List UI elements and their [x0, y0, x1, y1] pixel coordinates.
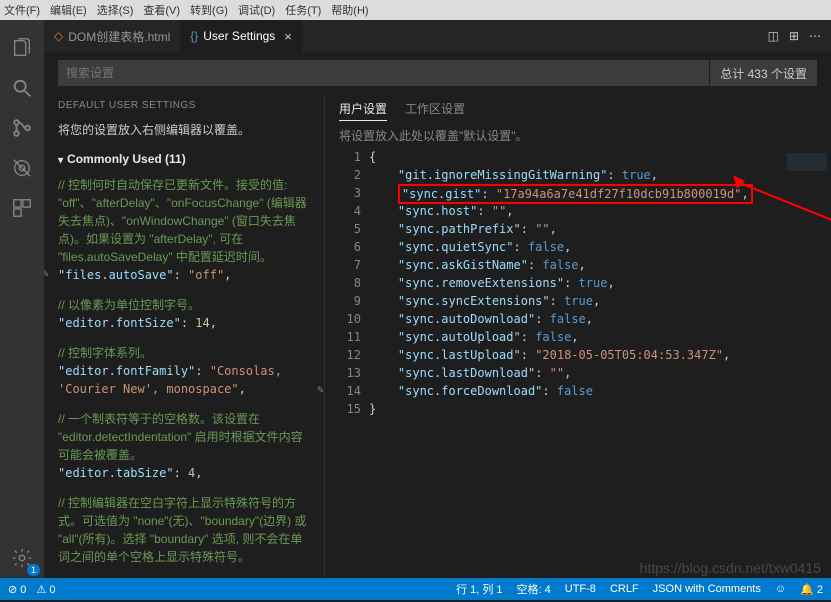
pencil-icon[interactable]: ✎ [317, 382, 324, 399]
menu-tasks[interactable]: 任务(T) [285, 2, 321, 18]
comment-tabsize: // 一个制表符等于的空格数。该设置在 "editor.detectIndent… [58, 410, 310, 464]
menu-goto[interactable]: 转到(G) [190, 2, 228, 18]
tab-label: User Settings [203, 29, 275, 43]
key-fontsize: "editor.fontSize" [58, 316, 181, 330]
user-settings-help: 将设置放入此处以覆盖"默认设置"。 [339, 127, 817, 144]
extensions-icon[interactable] [0, 188, 44, 228]
key-autosave: "files.autoSave" [58, 268, 174, 282]
status-warnings[interactable]: ⚠ 0 [36, 583, 55, 596]
menu-debug[interactable]: 调试(D) [238, 2, 275, 18]
comment-fontsize: // 以像素为单位控制字号。 [58, 296, 310, 314]
close-icon[interactable]: × [284, 29, 292, 44]
activity-bar: 1 [0, 20, 44, 578]
tab-dom-html[interactable]: ◇ DOM创建表格.html [44, 20, 180, 52]
debug-icon[interactable] [0, 148, 44, 188]
more-icon[interactable]: ⋯ [809, 29, 821, 43]
code-area[interactable]: { "git.ignoreMissingGitWarning": true, "… [369, 148, 817, 418]
status-eol[interactable]: CRLF [610, 583, 639, 595]
settings-count: 总计 433 个设置 [709, 60, 817, 86]
menu-help[interactable]: 帮助(H) [331, 2, 368, 18]
open-editors-icon[interactable]: ⊞ [789, 29, 799, 43]
tab-workspace-settings[interactable]: 工作区设置 [405, 100, 465, 121]
editor-tabs: ◇ DOM创建表格.html {} User Settings × ◫ ⊞ ⋯ [44, 20, 831, 52]
search-icon[interactable] [0, 68, 44, 108]
pencil-icon[interactable]: ✎ [44, 266, 49, 283]
explorer-icon[interactable] [0, 28, 44, 68]
status-bar: ⊘ 0 ⚠ 0 行 1, 列 1 空格: 4 UTF-8 CRLF JSON w… [0, 578, 831, 600]
menu-select[interactable]: 选择(S) [97, 2, 134, 18]
default-settings-pane: DEFAULT USER SETTINGS 将您的设置放入右侧编辑器以覆盖。 C… [44, 94, 324, 578]
status-errors[interactable]: ⊘ 0 [8, 583, 26, 596]
comment-autosave: // 控制何时自动保存已更新文件。接受的值: "off"、"afterDelay… [58, 176, 310, 266]
tab-user-settings[interactable]: {} User Settings × [180, 20, 302, 52]
settings-searchbar: 总计 433 个设置 [58, 60, 817, 86]
minimap[interactable] [787, 153, 827, 213]
commonly-used-header[interactable]: Commonly Used (11) [58, 152, 310, 166]
search-input[interactable] [58, 60, 709, 86]
val-fontsize: 14 [195, 316, 209, 330]
comment-fontfamily: // 控制字体系列。 [58, 344, 310, 362]
status-line-col[interactable]: 行 1, 列 1 [456, 581, 502, 597]
menu-file[interactable]: 文件(F) [4, 2, 40, 18]
user-settings-pane: 用户设置 工作区设置 将设置放入此处以覆盖"默认设置"。 12345678910… [324, 94, 831, 578]
html-icon: ◇ [54, 29, 63, 43]
key-fontfamily: "editor.fontFamily" [58, 364, 195, 378]
default-settings-title: DEFAULT USER SETTINGS [58, 100, 310, 111]
val-autosave: "off" [188, 268, 224, 282]
tab-label: DOM创建表格.html [68, 28, 170, 45]
source-control-icon[interactable] [0, 108, 44, 148]
highlighted-sync-gist: "sync.gist": "17a94a6a7e41df27f10dcb91b8… [398, 184, 753, 204]
status-encoding[interactable]: UTF-8 [565, 583, 596, 595]
gear-badge: 1 [27, 564, 40, 576]
status-spaces[interactable]: 空格: 4 [517, 581, 551, 597]
tab-user-settings-inner[interactable]: 用户设置 [339, 100, 387, 121]
menu-edit[interactable]: 编辑(E) [50, 2, 87, 18]
line-gutter: 12345678910111213✎1415 [339, 148, 369, 418]
comment-whitespace: // 控制编辑器在空白字符上显示特殊符号的方式。可选值为 "none"(无)、"… [58, 494, 310, 566]
menubar: 文件(F) 编辑(E) 选择(S) 查看(V) 转到(G) 调试(D) 任务(T… [0, 0, 831, 20]
status-feedback-icon[interactable]: ☺ [775, 583, 786, 595]
status-language[interactable]: JSON with Comments [653, 583, 761, 595]
braces-icon: {} [190, 29, 198, 43]
settings-gear-icon[interactable]: 1 [0, 538, 44, 578]
key-tabsize: "editor.tabSize" [58, 466, 174, 480]
status-bell-icon[interactable]: 🔔 2 [800, 583, 823, 596]
split-editor-icon[interactable]: ◫ [768, 29, 779, 43]
default-settings-help: 将您的设置放入右侧编辑器以覆盖。 [58, 121, 310, 138]
menu-view[interactable]: 查看(V) [143, 2, 180, 18]
